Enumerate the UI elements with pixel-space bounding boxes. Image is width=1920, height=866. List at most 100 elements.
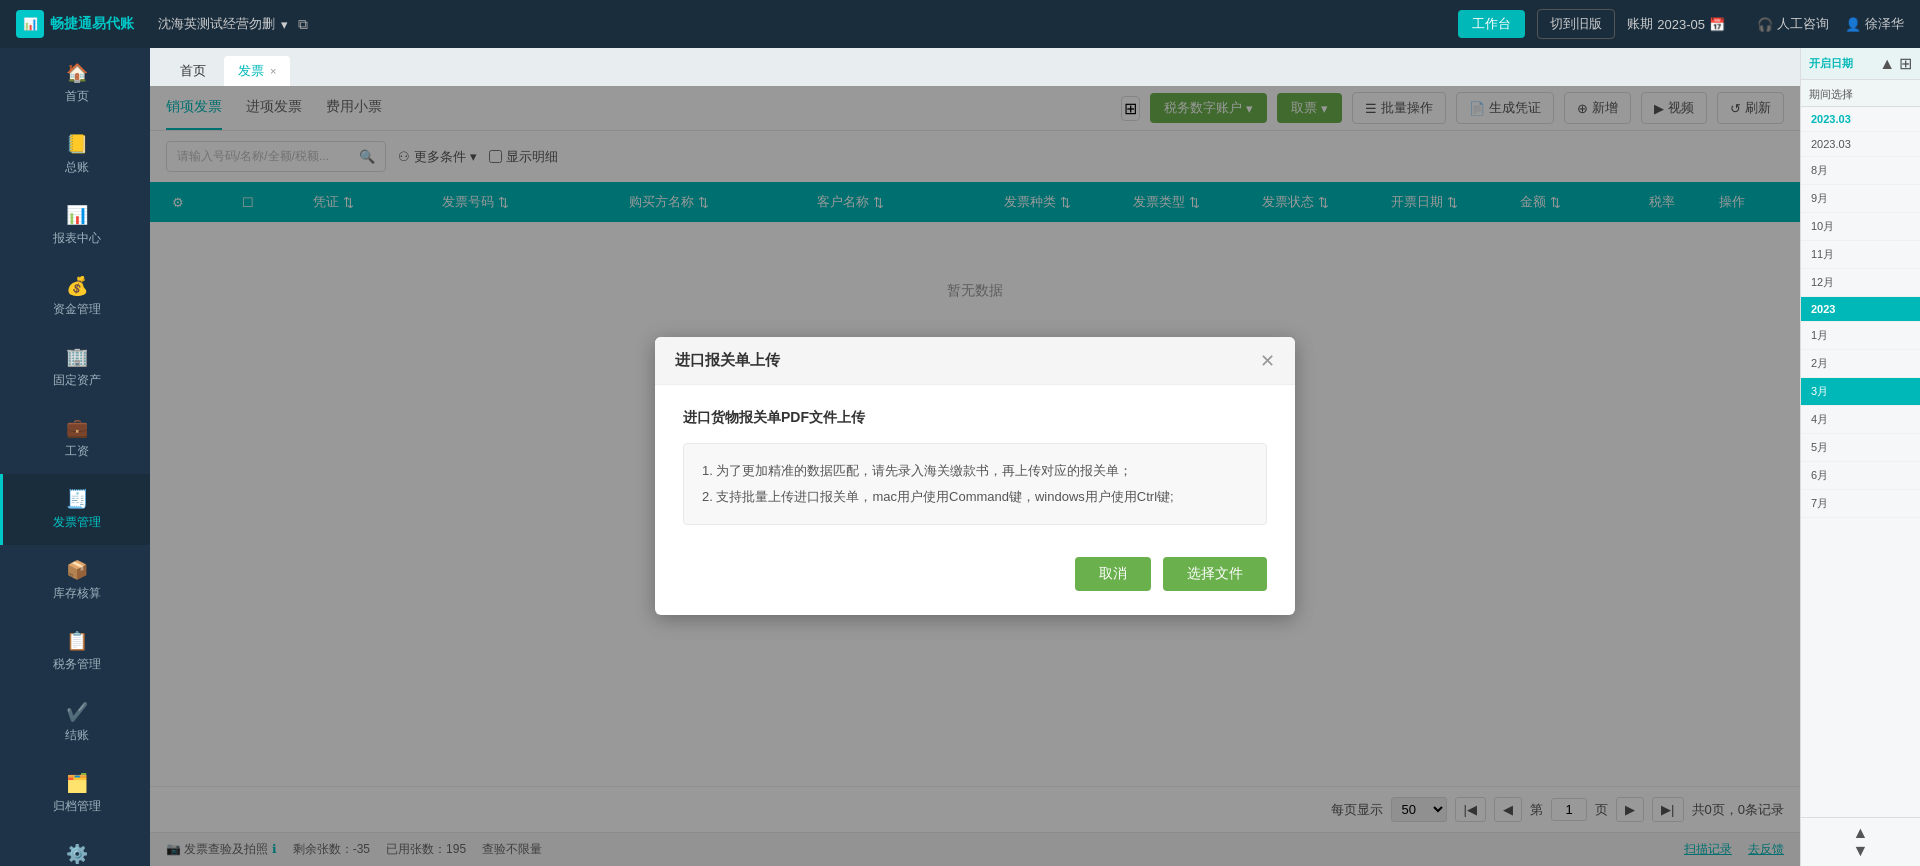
company-name: 沈海英测试经营勿删 — [158, 15, 275, 33]
dialog-section-title: 进口货物报关单PDF文件上传 — [683, 409, 1267, 427]
sidebar-item-inventory[interactable]: 📦 库存核算 — [0, 545, 150, 616]
app-logo: 📊 畅捷通易代账 — [16, 10, 134, 38]
support-label: 人工咨询 — [1777, 15, 1829, 33]
scroll-down-icon[interactable]: ▼ — [1853, 842, 1869, 860]
home-icon: 🏠 — [66, 62, 88, 84]
workspace-button[interactable]: 工作台 — [1458, 10, 1525, 38]
tab-close-icon[interactable]: × — [270, 65, 276, 77]
sidebar: 🏠 首页 📒 总账 📊 报表中心 💰 资金管理 🏢 固定资产 💼 工资 🧾 发票… — [0, 48, 150, 866]
panel-controls: ▲ ⊞ — [1879, 54, 1912, 73]
top-bar-right: 🎧 人工咨询 👤 徐泽华 — [1757, 15, 1904, 33]
company-copy-icon: ⧉ — [298, 16, 308, 33]
sidebar-item-label: 归档管理 — [53, 798, 101, 815]
import-customs-dialog: 进口报关单上传 ✕ 进口货物报关单PDF文件上传 1. 为了更加精准的数据匹配，… — [655, 337, 1295, 615]
period-select-label: 期间选择 — [1809, 88, 1853, 100]
right-panel-header: 开启日期 ▲ ⊞ — [1801, 48, 1920, 80]
expand-icon[interactable]: ⊞ — [1899, 54, 1912, 73]
page-content: 销项发票 进项发票 费用小票 ⊞ 税务数字账户 ▾ — [150, 86, 1800, 866]
headset-icon: 🎧 — [1757, 17, 1773, 32]
period-12[interactable]: 12月 — [1801, 269, 1920, 297]
period-9[interactable]: 9月 — [1801, 185, 1920, 213]
inventory-icon: 📦 — [66, 559, 88, 581]
sidebar-item-home[interactable]: 🏠 首页 — [0, 48, 150, 119]
sidebar-item-label: 发票管理 — [53, 514, 101, 531]
content-area: 首页 发票 × 销项发票 进项发票 费用小票 — [150, 48, 1800, 866]
period-10[interactable]: 10月 — [1801, 213, 1920, 241]
period-11[interactable]: 11月 — [1801, 241, 1920, 269]
company-selector[interactable]: 沈海英测试经营勿删 ▾ ⧉ — [158, 15, 308, 33]
modal-overlay: 进口报关单上传 ✕ 进口货物报关单PDF文件上传 1. 为了更加精准的数据匹配，… — [150, 86, 1800, 866]
settle-icon: ✔️ — [66, 701, 88, 723]
sidebar-item-settings[interactable]: ⚙️ 设置 — [0, 829, 150, 866]
period-6[interactable]: 6月 — [1801, 462, 1920, 490]
settings-icon: ⚙️ — [66, 843, 88, 865]
finance-icon: 💰 — [66, 275, 88, 297]
period-7[interactable]: 7月 — [1801, 490, 1920, 518]
period-list: 2023.03 2023.03 8月 9月 10月 11月 12月 2023 1… — [1801, 107, 1920, 817]
period-year-2023[interactable]: 2023 — [1801, 297, 1920, 322]
dialog-body: 进口货物报关单PDF文件上传 1. 为了更加精准的数据匹配，请先录入海关缴款书，… — [655, 385, 1295, 557]
period-value: 2023-05 — [1657, 17, 1705, 32]
period-2[interactable]: 2月 — [1801, 350, 1920, 378]
archive-icon: 🗂️ — [66, 772, 88, 794]
sidebar-item-finance[interactable]: 💰 资金管理 — [0, 261, 150, 332]
user-menu[interactable]: 👤 徐泽华 — [1845, 15, 1904, 33]
dialog-close-button[interactable]: ✕ — [1260, 352, 1275, 370]
collapse-up-icon[interactable]: ▲ — [1879, 55, 1895, 73]
period-8[interactable]: 8月 — [1801, 157, 1920, 185]
reports-icon: 📊 — [66, 204, 88, 226]
sidebar-item-label: 工资 — [65, 443, 89, 460]
period-3[interactable]: 3月 — [1801, 378, 1920, 406]
tab-bar: 首页 发票 × — [150, 48, 1800, 86]
dialog-title: 进口报关单上传 — [675, 351, 780, 370]
sidebar-item-label: 税务管理 — [53, 656, 101, 673]
sidebar-item-assets[interactable]: 🏢 固定资产 — [0, 332, 150, 403]
period-4[interactable]: 4月 — [1801, 406, 1920, 434]
open-account-label: 开启日期 — [1809, 56, 1853, 71]
main-layout: 🏠 首页 📒 总账 📊 报表中心 💰 资金管理 🏢 固定资产 💼 工资 🧾 发票… — [0, 48, 1920, 866]
calendar-icon[interactable]: 📅 — [1709, 17, 1725, 32]
period-2023-03-header: 2023.03 — [1801, 107, 1920, 132]
tax-icon: 📋 — [66, 630, 88, 652]
sidebar-item-label: 资金管理 — [53, 301, 101, 318]
dialog-cancel-button[interactable]: 取消 — [1075, 557, 1151, 591]
user-avatar-icon: 👤 — [1845, 17, 1861, 32]
logo-icon: 📊 — [16, 10, 44, 38]
sidebar-item-payroll[interactable]: 💼 工资 — [0, 403, 150, 474]
period-1[interactable]: 1月 — [1801, 322, 1920, 350]
scroll-up-icon[interactable]: ▲ — [1853, 824, 1869, 842]
invoice-icon: 🧾 — [66, 488, 88, 510]
sidebar-item-archive[interactable]: 🗂️ 归档管理 — [0, 758, 150, 829]
assets-icon: 🏢 — [66, 346, 88, 368]
period-select-header: 期间选择 — [1801, 80, 1920, 107]
chevron-down-icon: ▾ — [281, 17, 288, 32]
tab-home-label: 首页 — [180, 63, 206, 78]
period-label: 账期 — [1627, 15, 1653, 33]
period-5[interactable]: 5月 — [1801, 434, 1920, 462]
sidebar-item-label: 总账 — [65, 159, 89, 176]
sidebar-item-settle[interactable]: ✔️ 结账 — [0, 687, 150, 758]
dialog-select-file-button[interactable]: 选择文件 — [1163, 557, 1267, 591]
payroll-icon: 💼 — [66, 417, 88, 439]
sidebar-item-label: 结账 — [65, 727, 89, 744]
sidebar-item-label: 库存核算 — [53, 585, 101, 602]
old-version-button[interactable]: 切到旧版 — [1537, 9, 1615, 39]
panel-toggle-buttons: ▲ ▼ — [1801, 817, 1920, 866]
sidebar-item-invoice[interactable]: 🧾 发票管理 — [0, 474, 150, 545]
support-button[interactable]: 🎧 人工咨询 — [1757, 15, 1829, 33]
sidebar-item-label: 固定资产 — [53, 372, 101, 389]
sidebar-item-label: 报表中心 — [53, 230, 101, 247]
sidebar-item-label: 首页 — [65, 88, 89, 105]
ledger-icon: 📒 — [66, 133, 88, 155]
period-2023-03[interactable]: 2023.03 — [1801, 132, 1920, 157]
dialog-info-item-2: 2. 支持批量上传进口报关单，mac用户使用Command键，windows用户… — [702, 484, 1248, 510]
tab-invoice[interactable]: 发票 × — [224, 56, 290, 86]
tab-home[interactable]: 首页 — [166, 56, 220, 86]
right-panel: 开启日期 ▲ ⊞ 期间选择 2023.03 2023.03 8月 9月 10月 … — [1800, 48, 1920, 866]
sidebar-item-ledger[interactable]: 📒 总账 — [0, 119, 150, 190]
sidebar-item-reports[interactable]: 📊 报表中心 — [0, 190, 150, 261]
dialog-info-item-1: 1. 为了更加精准的数据匹配，请先录入海关缴款书，再上传对应的报关单； — [702, 458, 1248, 484]
period-display: 账期 2023-05 📅 — [1627, 15, 1725, 33]
user-name: 徐泽华 — [1865, 15, 1904, 33]
sidebar-item-tax[interactable]: 📋 税务管理 — [0, 616, 150, 687]
